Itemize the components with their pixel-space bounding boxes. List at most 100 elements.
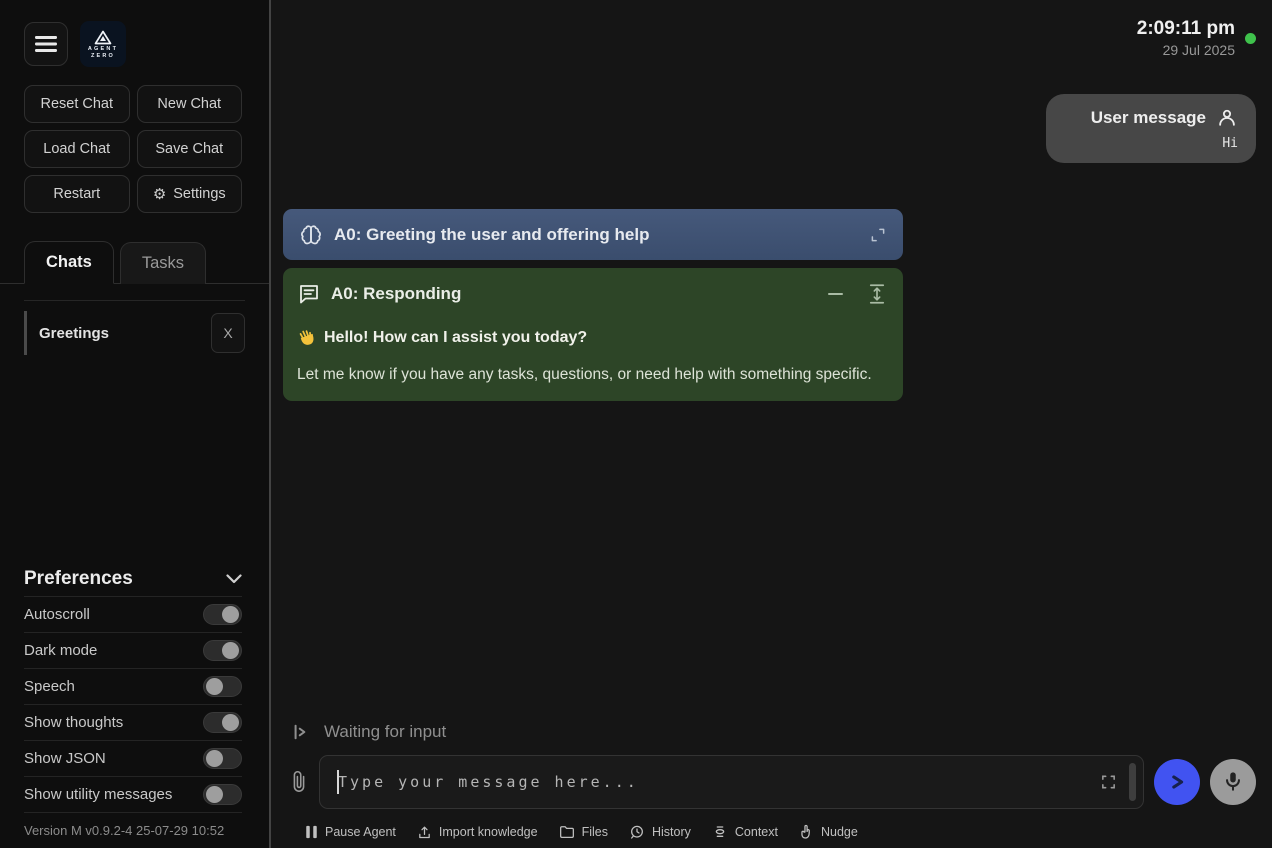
dark-mode-toggle[interactable] (203, 640, 242, 661)
sidebar-tabs: Chats Tasks (0, 241, 269, 284)
user-message-title: User message (1090, 108, 1206, 127)
chat-list: Greetings X (24, 300, 245, 355)
composer (283, 755, 1256, 809)
save-chat-button[interactable]: Save Chat (136, 130, 242, 168)
nudge-hand-icon (801, 824, 810, 839)
attach-file-button[interactable] (289, 767, 309, 797)
pref-row-autoscroll: Autoscroll (24, 596, 242, 632)
pref-row-show-thoughts: Show thoughts (24, 704, 242, 740)
settings-button[interactable]: ⚙ Settings (136, 175, 242, 213)
text-caret (337, 770, 339, 794)
speech-toggle[interactable] (203, 676, 242, 697)
pause-icon (306, 825, 317, 839)
pause-agent-label: Pause Agent (325, 825, 396, 839)
reset-chat-button[interactable]: Reset Chat (24, 85, 130, 123)
preferences-title: Preferences (24, 568, 133, 589)
agent-response-message: A0: Responding Hello! How can I assist y… (283, 268, 903, 401)
send-button[interactable] (1154, 759, 1200, 805)
agent-topic-header: A0: Greeting the user and offering help (283, 209, 903, 260)
pref-row-dark-mode: Dark mode (24, 632, 242, 668)
new-chat-label: New Chat (157, 96, 222, 112)
upload-icon (419, 826, 430, 838)
waiting-input-icon (294, 724, 306, 740)
user-message-bubble: User message Hi (1046, 94, 1256, 163)
save-chat-label: Save Chat (155, 141, 224, 157)
hamburger-icon (35, 36, 57, 52)
minimize-icon[interactable] (828, 293, 843, 295)
main-area: 2:09:11 pm 29 Jul 2025 User message Hi A… (271, 0, 1272, 848)
agent-topic-title: A0: Greeting the user and offering help (334, 224, 650, 244)
tab-chats[interactable]: Chats (24, 241, 114, 284)
chat-close-button[interactable]: X (211, 313, 245, 353)
microphone-button[interactable] (1210, 759, 1256, 805)
load-chat-button[interactable]: Load Chat (24, 130, 130, 168)
send-arrow-icon (1172, 775, 1184, 789)
agent-response-title: A0: Responding (331, 284, 462, 303)
microphone-icon (1226, 772, 1240, 791)
files-button[interactable]: Files (559, 825, 608, 839)
toggle-knob (222, 642, 239, 659)
history-clock-icon (631, 825, 643, 839)
show-utility-toggle[interactable] (203, 784, 242, 805)
autoscroll-toggle[interactable] (203, 604, 242, 625)
expand-input-button[interactable] (1100, 774, 1117, 791)
pref-row-show-json: Show JSON (24, 740, 242, 776)
agent-zero-app: AGENT ZERO Reset Chat New Chat Load Chat… (0, 0, 1272, 848)
nudge-button[interactable]: Nudge (799, 824, 858, 840)
history-label: History (651, 825, 691, 839)
connection-status-dot (1245, 33, 1256, 44)
toggle-knob (222, 606, 239, 623)
pref-label: Speech (24, 678, 75, 695)
import-knowledge-button[interactable]: Import knowledge (417, 825, 538, 840)
chevron-down-icon (226, 574, 242, 584)
agent-zero-triangle-icon (94, 30, 112, 44)
tab-tasks[interactable]: Tasks (119, 242, 207, 284)
logo-text-line1: AGENT (87, 45, 119, 52)
agent-status-row: Waiting for input (283, 722, 1256, 742)
pref-row-show-utility: Show utility messages (24, 776, 242, 812)
wave-emoji (299, 330, 314, 345)
pref-label: Show utility messages (24, 786, 173, 803)
sidebar: AGENT ZERO Reset Chat New Chat Load Chat… (0, 0, 271, 848)
files-label: Files (581, 825, 608, 839)
person-icon (1219, 109, 1235, 126)
show-thoughts-toggle[interactable] (203, 712, 242, 733)
unfold-vertical-icon[interactable] (867, 283, 887, 305)
new-chat-button[interactable]: New Chat (136, 85, 242, 123)
pref-label: Show thoughts (24, 714, 124, 731)
input-scrollbar[interactable] (1129, 763, 1136, 801)
pause-agent-button[interactable]: Pause Agent (305, 825, 396, 839)
toggle-knob (222, 714, 239, 731)
paperclip-icon (293, 771, 305, 792)
clock-date: 29 Jul 2025 (1162, 42, 1235, 58)
message-input[interactable] (320, 756, 1143, 808)
message-input-container (319, 755, 1144, 809)
chat-list-item-greetings[interactable]: Greetings X (24, 311, 245, 355)
restart-label: Restart (53, 186, 101, 202)
history-button[interactable]: History (629, 824, 691, 840)
fullscreen-corners-icon (1102, 775, 1115, 789)
pref-label: Show JSON (24, 750, 106, 767)
agent-zero-logo: AGENT ZERO (80, 21, 126, 67)
context-icon (715, 826, 725, 837)
preferences-header[interactable]: Preferences (0, 568, 269, 596)
toggle-knob (206, 750, 223, 767)
agent-message-group: A0: Greeting the user and offering help … (283, 209, 903, 401)
version-text: Version M v0.9.2-4 25-07-29 10:52 (24, 812, 242, 838)
pref-label: Autoscroll (24, 606, 90, 623)
expand-diagonal-icon[interactable] (869, 226, 887, 244)
restart-button[interactable]: Restart (24, 175, 130, 213)
context-button[interactable]: Context (712, 824, 778, 840)
agent-response-greeting: Hello! How can I assist you today? (297, 328, 887, 347)
pref-label: Dark mode (24, 642, 98, 659)
user-message-text: Hi (1222, 136, 1238, 151)
hamburger-menu-button[interactable] (24, 22, 68, 66)
settings-label: Settings (173, 186, 226, 202)
message-bubble-icon (300, 285, 318, 304)
context-label: Context (734, 825, 778, 839)
logo-text-line2: ZERO (90, 52, 116, 59)
composer-toolbar: Pause Agent Import knowledge Files Histo… (305, 824, 1256, 840)
show-json-toggle[interactable] (203, 748, 242, 769)
agent-response-line2: Let me know if you have any tasks, quest… (297, 366, 872, 383)
brain-icon (301, 224, 321, 244)
